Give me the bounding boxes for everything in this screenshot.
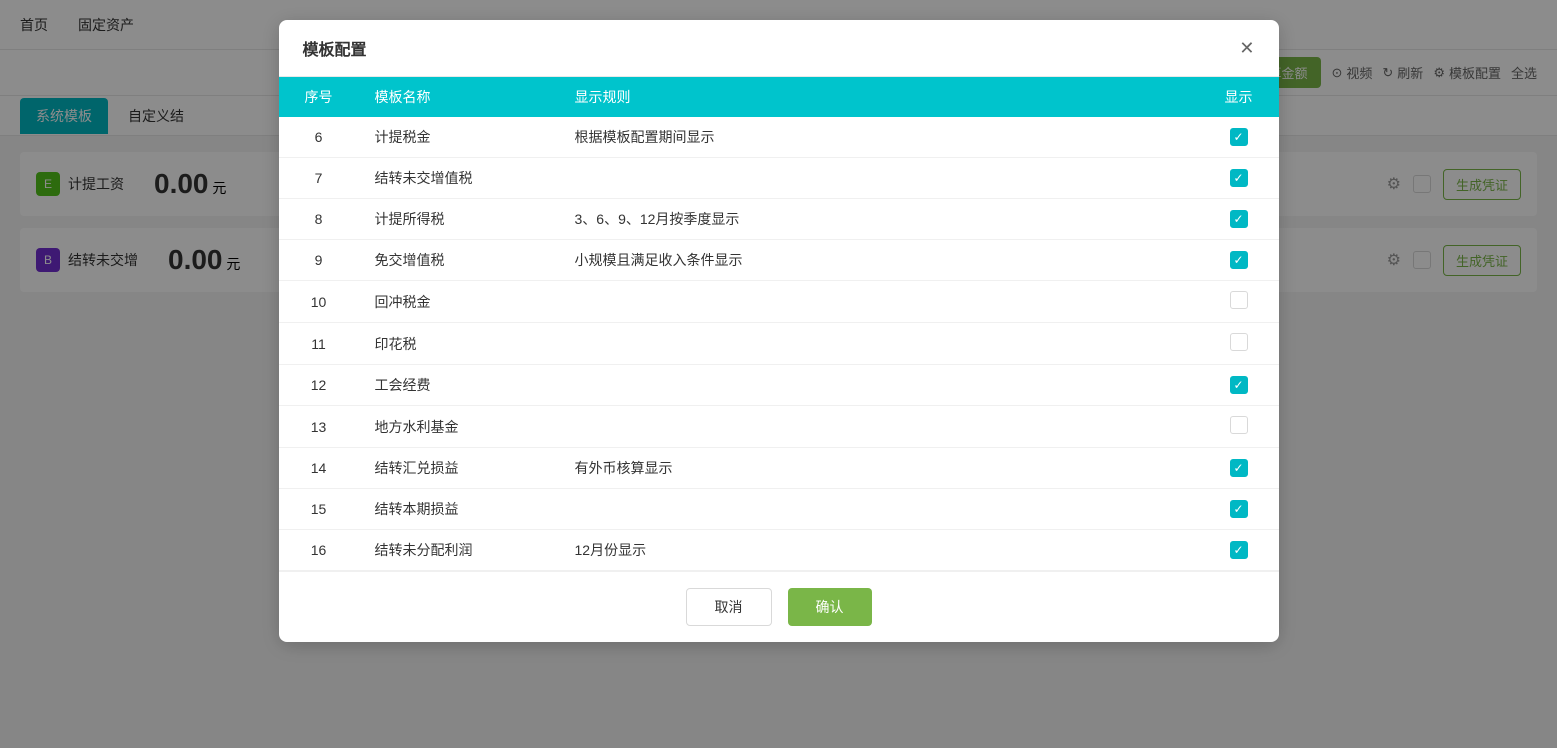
col-header-id: 序号 <box>279 77 359 117</box>
modal-overlay: 模板配置 ✕ 序号 模板名称 显示规则 显示 6计提税金根据模板配置期间显 <box>0 0 1557 748</box>
table-row: 12工会经费 <box>279 365 1279 406</box>
row-10-checkbox[interactable] <box>1230 541 1248 559</box>
row-2-name: 计提所得税 <box>359 199 559 240</box>
row-8-name: 结转汇兑损益 <box>359 448 559 489</box>
row-7-name: 地方水利基金 <box>359 406 559 448</box>
row-7-id: 13 <box>279 406 359 448</box>
row-7-checkbox[interactable] <box>1230 416 1248 434</box>
row-7-check <box>1199 406 1279 448</box>
row-4-rule <box>559 281 1199 323</box>
row-9-rule <box>559 489 1199 530</box>
row-1-checkbox[interactable] <box>1230 169 1248 187</box>
row-6-rule <box>559 365 1199 406</box>
col-header-name: 模板名称 <box>359 77 559 117</box>
confirm-button[interactable]: 确认 <box>788 588 872 626</box>
row-5-rule <box>559 323 1199 365</box>
row-6-checkbox[interactable] <box>1230 376 1248 394</box>
row-1-rule <box>559 158 1199 199</box>
row-4-check <box>1199 281 1279 323</box>
table-row: 6计提税金根据模板配置期间显示 <box>279 117 1279 158</box>
table-row: 13地方水利基金 <box>279 406 1279 448</box>
row-9-check <box>1199 489 1279 530</box>
modal-title: 模板配置 <box>303 36 367 60</box>
row-10-name: 结转未分配利润 <box>359 530 559 571</box>
table-row: 8计提所得税3、6、9、12月按季度显示 <box>279 199 1279 240</box>
row-5-check <box>1199 323 1279 365</box>
row-4-name: 回冲税金 <box>359 281 559 323</box>
row-3-check <box>1199 240 1279 281</box>
row-8-check <box>1199 448 1279 489</box>
row-7-rule <box>559 406 1199 448</box>
modal-footer: 取消 确认 <box>279 571 1279 642</box>
row-8-checkbox[interactable] <box>1230 459 1248 477</box>
table-row: 10回冲税金 <box>279 281 1279 323</box>
row-0-rule: 根据模板配置期间显示 <box>559 117 1199 158</box>
table-row: 7结转未交增值税 <box>279 158 1279 199</box>
row-3-checkbox[interactable] <box>1230 251 1248 269</box>
row-8-rule: 有外币核算显示 <box>559 448 1199 489</box>
row-10-id: 16 <box>279 530 359 571</box>
col-header-show: 显示 <box>1199 77 1279 117</box>
table-row: 14结转汇兑损益有外币核算显示 <box>279 448 1279 489</box>
row-6-id: 12 <box>279 365 359 406</box>
row-5-id: 11 <box>279 323 359 365</box>
row-1-check <box>1199 158 1279 199</box>
row-3-rule: 小规模且满足收入条件显示 <box>559 240 1199 281</box>
table-row: 11印花税 <box>279 323 1279 365</box>
row-8-id: 14 <box>279 448 359 489</box>
row-0-checkbox[interactable] <box>1230 128 1248 146</box>
row-0-id: 6 <box>279 117 359 158</box>
row-9-id: 15 <box>279 489 359 530</box>
row-10-rule: 12月份显示 <box>559 530 1199 571</box>
row-2-rule: 3、6、9、12月按季度显示 <box>559 199 1199 240</box>
row-3-id: 9 <box>279 240 359 281</box>
row-1-name: 结转未交增值税 <box>359 158 559 199</box>
row-5-name: 印花税 <box>359 323 559 365</box>
table-header-row: 序号 模板名称 显示规则 显示 <box>279 77 1279 117</box>
row-10-check <box>1199 530 1279 571</box>
modal-header: 模板配置 ✕ <box>279 20 1279 77</box>
col-header-rule: 显示规则 <box>559 77 1199 117</box>
row-6-name: 工会经费 <box>359 365 559 406</box>
row-9-name: 结转本期损益 <box>359 489 559 530</box>
row-2-id: 8 <box>279 199 359 240</box>
row-6-check <box>1199 365 1279 406</box>
row-5-checkbox[interactable] <box>1230 333 1248 351</box>
modal-body: 序号 模板名称 显示规则 显示 6计提税金根据模板配置期间显示7结转未交增值税8… <box>279 77 1279 571</box>
config-table: 序号 模板名称 显示规则 显示 6计提税金根据模板配置期间显示7结转未交增值税8… <box>279 77 1279 571</box>
row-4-id: 10 <box>279 281 359 323</box>
modal-template-config: 模板配置 ✕ 序号 模板名称 显示规则 显示 6计提税金根据模板配置期间显 <box>279 20 1279 642</box>
row-9-checkbox[interactable] <box>1230 500 1248 518</box>
table-scroll-area[interactable]: 序号 模板名称 显示规则 显示 6计提税金根据模板配置期间显示7结转未交增值税8… <box>279 77 1279 571</box>
cancel-button[interactable]: 取消 <box>686 588 772 626</box>
modal-close-button[interactable]: ✕ <box>1239 39 1254 57</box>
row-0-name: 计提税金 <box>359 117 559 158</box>
table-row: 15结转本期损益 <box>279 489 1279 530</box>
row-3-name: 免交增值税 <box>359 240 559 281</box>
row-1-id: 7 <box>279 158 359 199</box>
row-2-checkbox[interactable] <box>1230 210 1248 228</box>
table-row: 16结转未分配利润12月份显示 <box>279 530 1279 571</box>
table-body: 6计提税金根据模板配置期间显示7结转未交增值税8计提所得税3、6、9、12月按季… <box>279 117 1279 571</box>
row-0-check <box>1199 117 1279 158</box>
table-row: 9免交增值税小规模且满足收入条件显示 <box>279 240 1279 281</box>
row-2-check <box>1199 199 1279 240</box>
row-4-checkbox[interactable] <box>1230 291 1248 309</box>
